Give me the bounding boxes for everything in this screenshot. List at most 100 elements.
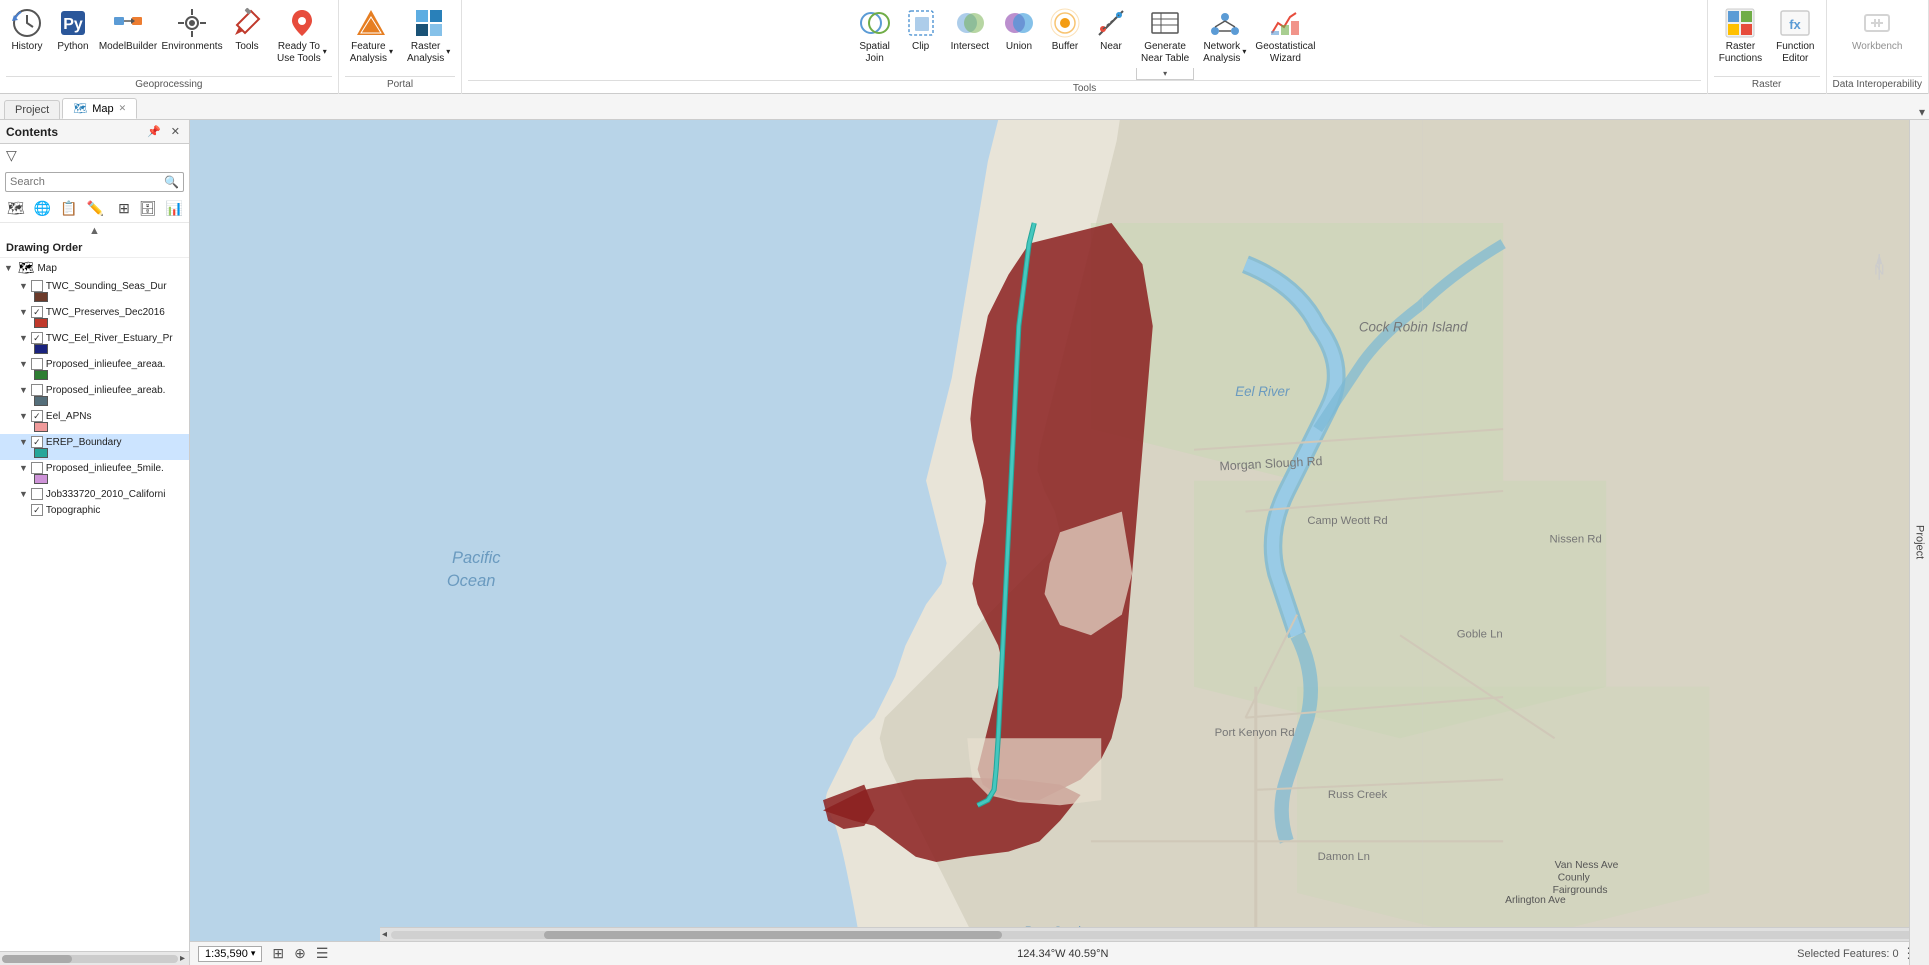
- modelbuilder-button[interactable]: ModelBuilder: [98, 4, 158, 56]
- python-icon: Py: [57, 7, 89, 39]
- layer-check-proposed-a[interactable]: [31, 358, 43, 370]
- scroll-left-arrow[interactable]: ◂: [380, 929, 389, 940]
- swatch-twc-eel-river: [34, 344, 48, 354]
- layer-item-twc-eel-river[interactable]: ▼ TWC_Eel_River_Estuary_Pr: [0, 330, 189, 356]
- sidebar-pin-icon[interactable]: 📌: [144, 124, 164, 139]
- layer-name-twc-eel-river: TWC_Eel_River_Estuary_Pr: [46, 333, 173, 344]
- status-right: Selected Features: 0 ☰: [1797, 944, 1921, 964]
- tabs-dropdown-icon[interactable]: ▾: [1919, 105, 1925, 119]
- scroll-track-h[interactable]: [391, 931, 1918, 939]
- layer-arrow-twc-sounding: ▼: [19, 281, 28, 291]
- tools-button[interactable]: Tools: [226, 4, 268, 56]
- toolbar-icons: 🗺 🌐 📋 ✏️ ⊞ 🗄 📊 ➕ 🔖: [0, 195, 189, 223]
- identify-icon[interactable]: ⊕: [294, 945, 306, 962]
- generate-near-table-button[interactable]: GenerateNear Table: [1136, 4, 1194, 68]
- layer-check-erep-boundary[interactable]: [31, 436, 43, 448]
- layer-item-twc-sounding[interactable]: ▼ TWC_Sounding_Seas_Dur: [0, 278, 189, 304]
- intersect-button[interactable]: Intersect: [946, 4, 994, 56]
- portal-items: FeatureAnalysis ▾ RasterAnalysis ▾: [345, 4, 456, 76]
- new-map-icon[interactable]: 🗺: [5, 198, 27, 219]
- network-analysis-button[interactable]: NetworkAnalysis ▾: [1198, 4, 1251, 68]
- layer-item-proposed-a[interactable]: ▼ Proposed_inlieufee_areaa.: [0, 356, 189, 382]
- layer-item-job333720[interactable]: ▼ Job333720_2010_Californi: [0, 486, 189, 502]
- tab-map-close[interactable]: ✕: [119, 103, 127, 114]
- modelbuilder-icon: [112, 7, 144, 39]
- sidebar-scroll-right[interactable]: ▸: [178, 953, 187, 964]
- search-input[interactable]: [6, 174, 160, 190]
- layer-item-proposed-5mile[interactable]: ▼ Proposed_inlieufee_5mile.: [0, 460, 189, 486]
- raster-analysis-button[interactable]: RasterAnalysis ▾: [402, 4, 455, 68]
- layer-check-twc-preserves[interactable]: [31, 306, 43, 318]
- geoprocessing-items: History Py Python ModelBuilder: [6, 4, 332, 76]
- tab-project[interactable]: Project: [4, 100, 60, 119]
- map-container[interactable]: Morgan Slough Rd Camp Weott Rd Port Keny…: [190, 120, 1929, 965]
- horizontal-scrollbar[interactable]: ◂ ▸: [380, 927, 1929, 941]
- grid-icon[interactable]: ⊞: [272, 945, 284, 962]
- selected-features-display: Selected Features: 0: [1797, 948, 1899, 960]
- layer-item-map[interactable]: ▼ 🗺 Map: [0, 258, 189, 278]
- feature-analysis-button[interactable]: FeatureAnalysis ▾: [345, 4, 398, 68]
- workbench-button[interactable]: Workbench: [1847, 4, 1907, 56]
- layer-check-proposed-b[interactable]: [31, 384, 43, 396]
- network-analysis-icon: [1209, 7, 1241, 39]
- layer-arrow-twc-preserves: ▼: [19, 307, 28, 317]
- swatch-proposed-5mile: [34, 474, 48, 484]
- sidebar-close-icon[interactable]: ✕: [168, 124, 183, 139]
- layer-item-twc-preserves[interactable]: ▼ TWC_Preserves_Dec2016: [0, 304, 189, 330]
- environments-button[interactable]: Environments: [162, 4, 222, 56]
- layer-check-job333720[interactable]: [31, 488, 43, 500]
- svg-text:Goble Ln: Goble Ln: [1457, 628, 1503, 640]
- new-scene-icon[interactable]: 🌐: [32, 198, 53, 219]
- status-bar: 1:35,590 ▾ ⊞ ⊕ ☰ 124.34°W 40.59°N Select…: [190, 941, 1929, 965]
- sidebar: Contents 📌 ✕ ▽ 🔍 🗺 🌐 📋 ✏️ ⊞ 🗄 📊 ➕: [0, 120, 190, 965]
- collapse-icon[interactable]: ▲: [89, 225, 100, 237]
- geostatistical-wizard-button[interactable]: GeostatisticalWizard: [1255, 4, 1315, 68]
- layer-item-eel-apns[interactable]: ▼ Eel_APNs: [0, 408, 189, 434]
- filter-icon[interactable]: ▽: [6, 147, 17, 164]
- table-view-icon[interactable]: ☰: [316, 945, 329, 962]
- buffer-button[interactable]: Buffer: [1044, 4, 1086, 56]
- tools-items: SpatialJoin Clip Intersect: [854, 4, 1316, 80]
- layer-arrow-job333720: ▼: [19, 489, 28, 499]
- geoprocessing-group: History Py Python ModelBuilder: [0, 0, 339, 94]
- spatial-join-icon: [859, 7, 891, 39]
- layer-item-topographic[interactable]: ▼ Topographic: [0, 502, 189, 518]
- near-button[interactable]: Near: [1090, 4, 1132, 56]
- svg-text:Pacific: Pacific: [452, 549, 501, 567]
- generate-near-table-dropdown[interactable]: ▾: [1136, 68, 1194, 80]
- function-editor-button[interactable]: fx FunctionEditor: [1771, 4, 1819, 68]
- new-layout-icon[interactable]: 📋: [58, 198, 79, 219]
- raster-functions-icon: [1724, 7, 1756, 39]
- ready-to-use-button[interactable]: Ready ToUse Tools ▾: [272, 4, 332, 68]
- spatial-join-button[interactable]: SpatialJoin: [854, 4, 896, 68]
- tools-label: Tools: [235, 41, 258, 53]
- clip-button[interactable]: Clip: [900, 4, 942, 56]
- layer-row-twc-eel-river: ▼ TWC_Eel_River_Estuary_Pr: [4, 332, 185, 344]
- union-button[interactable]: Union: [998, 4, 1040, 56]
- layer-arrow-proposed-b: ▼: [19, 385, 28, 395]
- scale-selector[interactable]: 1:35,590 ▾: [198, 946, 262, 962]
- layer-item-proposed-b[interactable]: ▼ Proposed_inlieufee_areab.: [0, 382, 189, 408]
- sidebar-scrollbar[interactable]: ▸: [0, 951, 189, 965]
- layer-check-topographic[interactable]: [31, 504, 43, 516]
- history-button[interactable]: History: [6, 4, 48, 56]
- project-panel-tab[interactable]: Project: [1909, 120, 1929, 965]
- raster-functions-button[interactable]: RasterFunctions: [1714, 4, 1767, 68]
- pencil-icon[interactable]: ✏️: [85, 198, 106, 219]
- python-button[interactable]: Py Python: [52, 4, 94, 56]
- tab-map[interactable]: 🗺 Map ✕: [62, 98, 137, 119]
- layer-check-twc-eel-river[interactable]: [31, 332, 43, 344]
- layer-check-proposed-5mile[interactable]: [31, 462, 43, 474]
- svg-text:Cock Robin Island: Cock Robin Island: [1359, 319, 1468, 334]
- layer-check-eel-apns[interactable]: [31, 410, 43, 422]
- layer-check-twc-sounding[interactable]: [31, 280, 43, 292]
- chart-icon[interactable]: 📊: [164, 198, 185, 219]
- filter-row: ▽: [0, 144, 189, 167]
- layer-item-erep-boundary[interactable]: ▼ EREP_Boundary: [0, 434, 189, 460]
- search-icon[interactable]: 🔍: [160, 173, 183, 191]
- cylinder-icon[interactable]: 🗄: [137, 198, 159, 219]
- feature-analysis-arrow: ▾: [389, 47, 393, 57]
- svg-text:Py: Py: [63, 16, 83, 33]
- svg-text:Port Kenyon Rd: Port Kenyon Rd: [1215, 727, 1295, 739]
- table-icon[interactable]: ⊞: [116, 198, 132, 219]
